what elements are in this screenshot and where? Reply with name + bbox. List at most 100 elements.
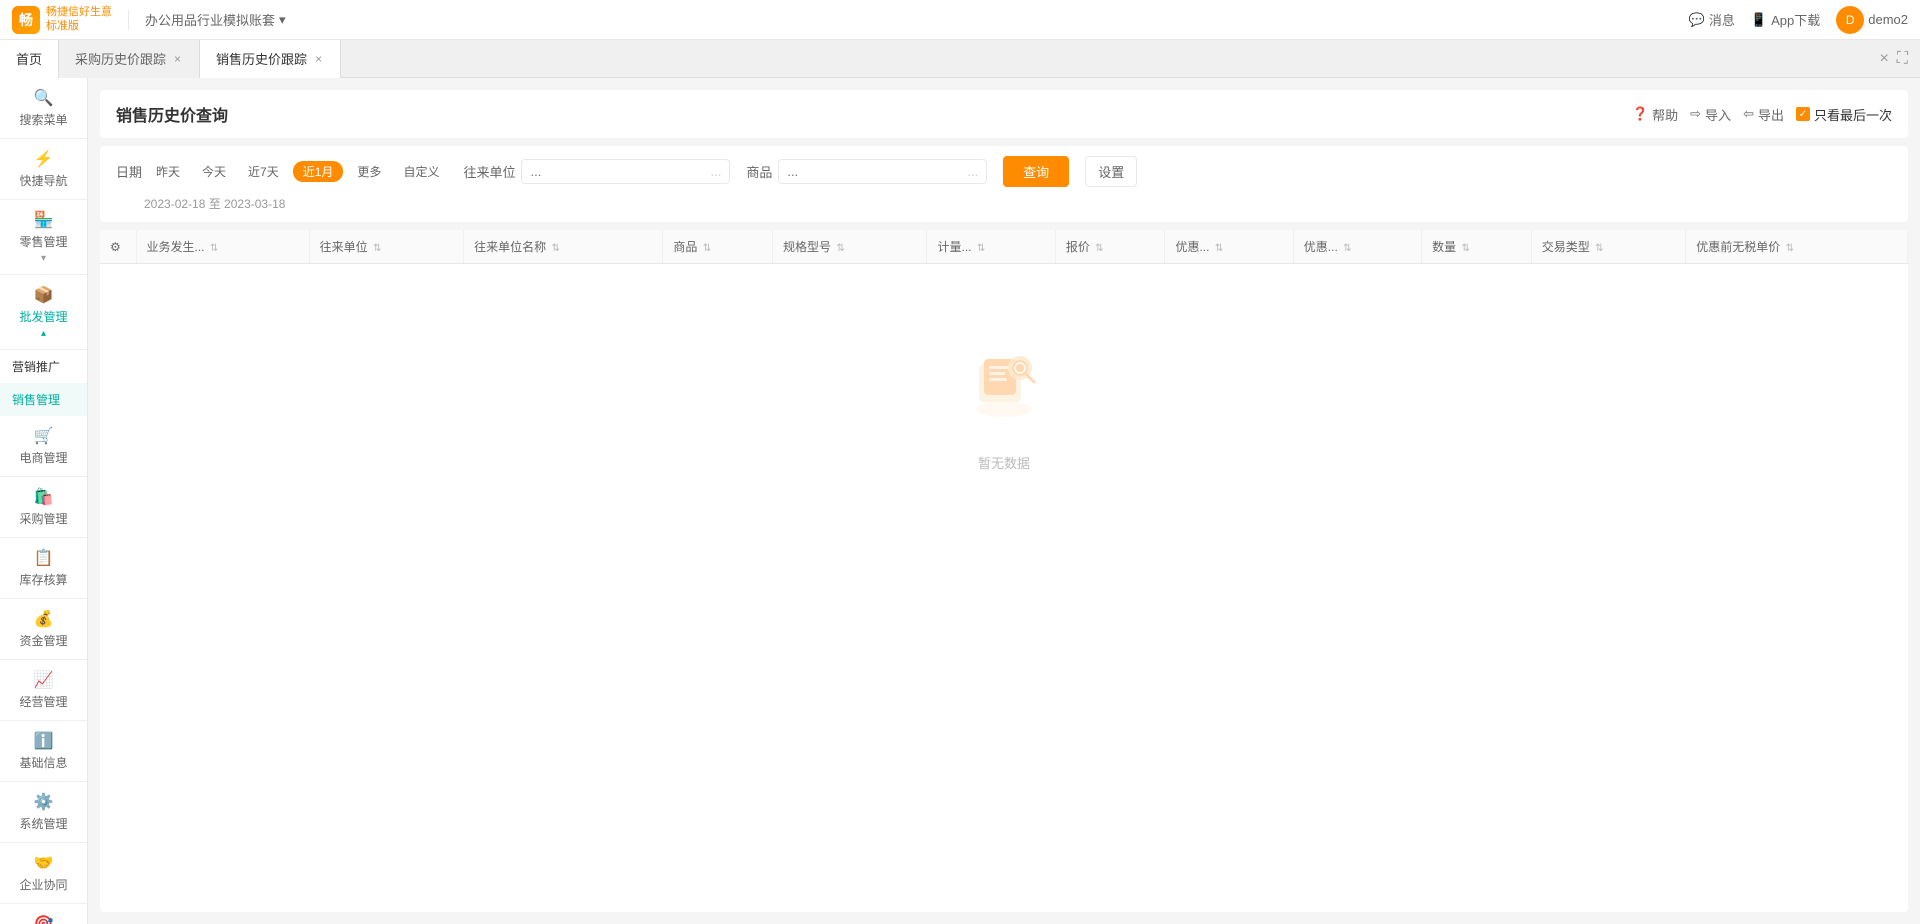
date-btn-7days[interactable]: 近7天 (240, 161, 287, 182)
sidebar-item-sales-mgmt[interactable]: 销售管理 (0, 383, 87, 416)
ecommerce-icon: 🛒 (34, 426, 54, 446)
th-unit[interactable]: 计量... ⇅ (927, 230, 1055, 264)
query-button[interactable]: 查询 (1003, 156, 1069, 187)
tab-sales-history[interactable]: 销售历史价跟踪 × (200, 40, 341, 78)
sidebar-item-finance[interactable]: 💰 资金管理 (0, 599, 87, 660)
th-discount2[interactable]: 优惠... ⇅ (1293, 230, 1421, 264)
data-table: ⚙ 业务发生... ⇅ 往来单位 ⇅ 往来单位名称 (100, 230, 1908, 264)
empty-svg (964, 344, 1044, 424)
date-btn-today[interactable]: 今天 (194, 161, 234, 182)
empty-state: 暂无数据 (100, 264, 1908, 552)
tab-purchase-history-close[interactable]: × (172, 50, 183, 68)
empty-text: 暂无数据 (978, 453, 1030, 472)
table-head: ⚙ 业务发生... ⇅ 往来单位 ⇅ 往来单位名称 (100, 230, 1908, 264)
th-trade-type[interactable]: 交易类型 ⇅ (1531, 230, 1685, 264)
th-unit-code[interactable]: 往来单位 ⇅ (309, 230, 463, 264)
export-btn[interactable]: ⇦ 导出 (1743, 105, 1784, 124)
expand-btn[interactable]: ⛶ (1897, 50, 1908, 68)
sort-icon-discount1: ⇅ (1215, 243, 1223, 254)
workspace-selector[interactable]: 办公用品行业模拟账套 ▾ (145, 10, 286, 29)
purchase-icon: 🛍️ (34, 487, 54, 507)
chevron-up-icon: ▴ (41, 328, 46, 339)
tab-purchase-history[interactable]: 采购历史价跟踪 × (59, 40, 200, 78)
sidebar-item-inventory[interactable]: 📋 库存核算 (0, 538, 87, 599)
search-icon: 🔍 (34, 88, 54, 108)
top-bar: 畅 畅捷信好生意 标准版 办公用品行业模拟账套 ▾ 💬 消息 📱 App下载 D… (0, 0, 1920, 40)
settings-button[interactable]: 设置 (1085, 156, 1137, 187)
filter-row: 日期 昨天 今天 近7天 近1月 更多 自定义 往来单位 ... (116, 156, 1892, 187)
from-unit-dots: ... (710, 164, 721, 179)
th-discount1[interactable]: 优惠... ⇅ (1165, 230, 1293, 264)
sort-icon-unit-name: ⇅ (551, 243, 559, 254)
sidebar-item-enterprise[interactable]: 🤝 企业协同 (0, 843, 87, 904)
gear-icon[interactable]: ⚙ (110, 240, 121, 254)
page-header-actions: ❓ 帮助 ⇨ 导入 ⇦ 导出 ✓ 只看最后一次 (1632, 105, 1892, 124)
date-btn-yesterday[interactable]: 昨天 (148, 161, 188, 182)
chevron-down-icon: ▾ (41, 253, 46, 264)
only-last-checkbox[interactable]: ✓ (1796, 107, 1810, 121)
table-header-row: ⚙ 业务发生... ⇅ 往来单位 ⇅ 往来单位名称 (100, 230, 1908, 264)
date-btn-1month[interactable]: 近1月 (293, 161, 344, 182)
close-all-tabs-btn[interactable]: × (1879, 50, 1888, 68)
retail-icon: 🏪 (34, 210, 54, 230)
page-title: 销售历史价查询 (116, 102, 228, 126)
logo-text: 畅捷信好生意 标准版 (46, 6, 112, 32)
date-btn-more[interactable]: 更多 (349, 161, 389, 182)
sort-icon-goods: ⇅ (703, 243, 711, 254)
th-pretax-price[interactable]: 优惠前无税单价 ⇅ (1686, 230, 1908, 264)
date-btn-custom[interactable]: 自定义 (395, 161, 447, 182)
app-download-btn[interactable]: 📱 App下载 (1751, 10, 1820, 29)
page-content: 销售历史价查询 ❓ 帮助 ⇨ 导入 ⇦ 导出 ✓ (88, 78, 1920, 924)
divider (128, 10, 129, 30)
top-bar-left: 畅 畅捷信好生意 标准版 办公用品行业模拟账套 ▾ (12, 6, 286, 34)
sidebar: 🔍 搜索菜单 ⚡ 快捷导航 🏪 零售管理 ▾ 📦 批发管理 ▴ 营销推广 销售管… (0, 78, 88, 924)
sidebar-item-ecommerce[interactable]: 🛒 电商管理 (0, 416, 87, 477)
sidebar-item-retail[interactable]: 🏪 零售管理 ▾ (0, 200, 87, 275)
inventory-icon: 📋 (34, 548, 54, 568)
sidebar-item-purchase[interactable]: 🛍️ 采购管理 (0, 477, 87, 538)
content-area: 销售历史价查询 ❓ 帮助 ⇨ 导入 ⇦ 导出 ✓ (88, 78, 1920, 924)
page-header: 销售历史价查询 ❓ 帮助 ⇨ 导入 ⇦ 导出 ✓ (100, 90, 1908, 138)
message-btn[interactable]: 💬 消息 (1689, 10, 1735, 29)
sort-icon-price: ⇅ (1095, 243, 1103, 254)
th-spec[interactable]: 规格型号 ⇅ (773, 230, 927, 264)
from-unit-text-input[interactable] (530, 164, 706, 179)
user-menu[interactable]: D demo2 (1836, 6, 1908, 34)
from-unit-input[interactable]: ... (521, 159, 730, 184)
tab-sales-history-close[interactable]: × (313, 50, 324, 68)
help-icon: ❓ (1632, 106, 1648, 122)
system-icon: ⚙️ (34, 792, 54, 812)
enterprise-icon: 🤝 (34, 853, 54, 873)
sort-icon-trade-type: ⇅ (1595, 243, 1603, 254)
shortcut-icon: ⚡ (34, 149, 54, 169)
operations-icon: 📈 (34, 670, 54, 690)
sidebar-item-search[interactable]: 🔍 搜索菜单 (0, 78, 87, 139)
th-price[interactable]: 报价 ⇅ (1055, 230, 1165, 264)
sidebar-item-marketing[interactable]: 营销推广 (0, 350, 87, 383)
guide-icon: 🎯 (34, 914, 54, 924)
from-unit-filter: 往来单位 ... (463, 159, 730, 184)
sort-icon-pretax-price: ⇅ (1786, 243, 1794, 254)
sidebar-item-basic-info[interactable]: ℹ️ 基础信息 (0, 721, 87, 782)
th-gear[interactable]: ⚙ (100, 230, 136, 264)
th-unit-name[interactable]: 往来单位名称 ⇅ (464, 230, 663, 264)
tab-bar-actions: × ⛶ (1879, 50, 1920, 68)
sidebar-item-wholesale[interactable]: 📦 批发管理 ▴ (0, 275, 87, 350)
th-goods[interactable]: 商品 ⇅ (663, 230, 773, 264)
help-btn[interactable]: ❓ 帮助 (1632, 105, 1678, 124)
sidebar-item-shortcut[interactable]: ⚡ 快捷导航 (0, 139, 87, 200)
tab-home[interactable]: 首页 (0, 40, 59, 78)
finance-icon: 💰 (34, 609, 54, 629)
date-range-row: 2023-02-18 至 2023-03-18 (116, 195, 1892, 212)
sort-icon-quantity: ⇅ (1461, 243, 1469, 254)
sidebar-item-system[interactable]: ⚙️ 系统管理 (0, 782, 87, 843)
th-quantity[interactable]: 数量 ⇅ (1422, 230, 1532, 264)
th-biz-date[interactable]: 业务发生... ⇅ (136, 230, 309, 264)
top-bar-right: 💬 消息 📱 App下载 D demo2 (1689, 6, 1908, 34)
goods-input[interactable]: ... (778, 159, 987, 184)
sidebar-item-operations[interactable]: 📈 经营管理 (0, 660, 87, 721)
only-last-checkbox-wrap[interactable]: ✓ 只看最后一次 (1796, 105, 1892, 124)
import-btn[interactable]: ⇨ 导入 (1690, 105, 1731, 124)
goods-text-input[interactable] (787, 164, 963, 179)
sidebar-item-guide[interactable]: 🎯 新手引导 (0, 904, 87, 924)
